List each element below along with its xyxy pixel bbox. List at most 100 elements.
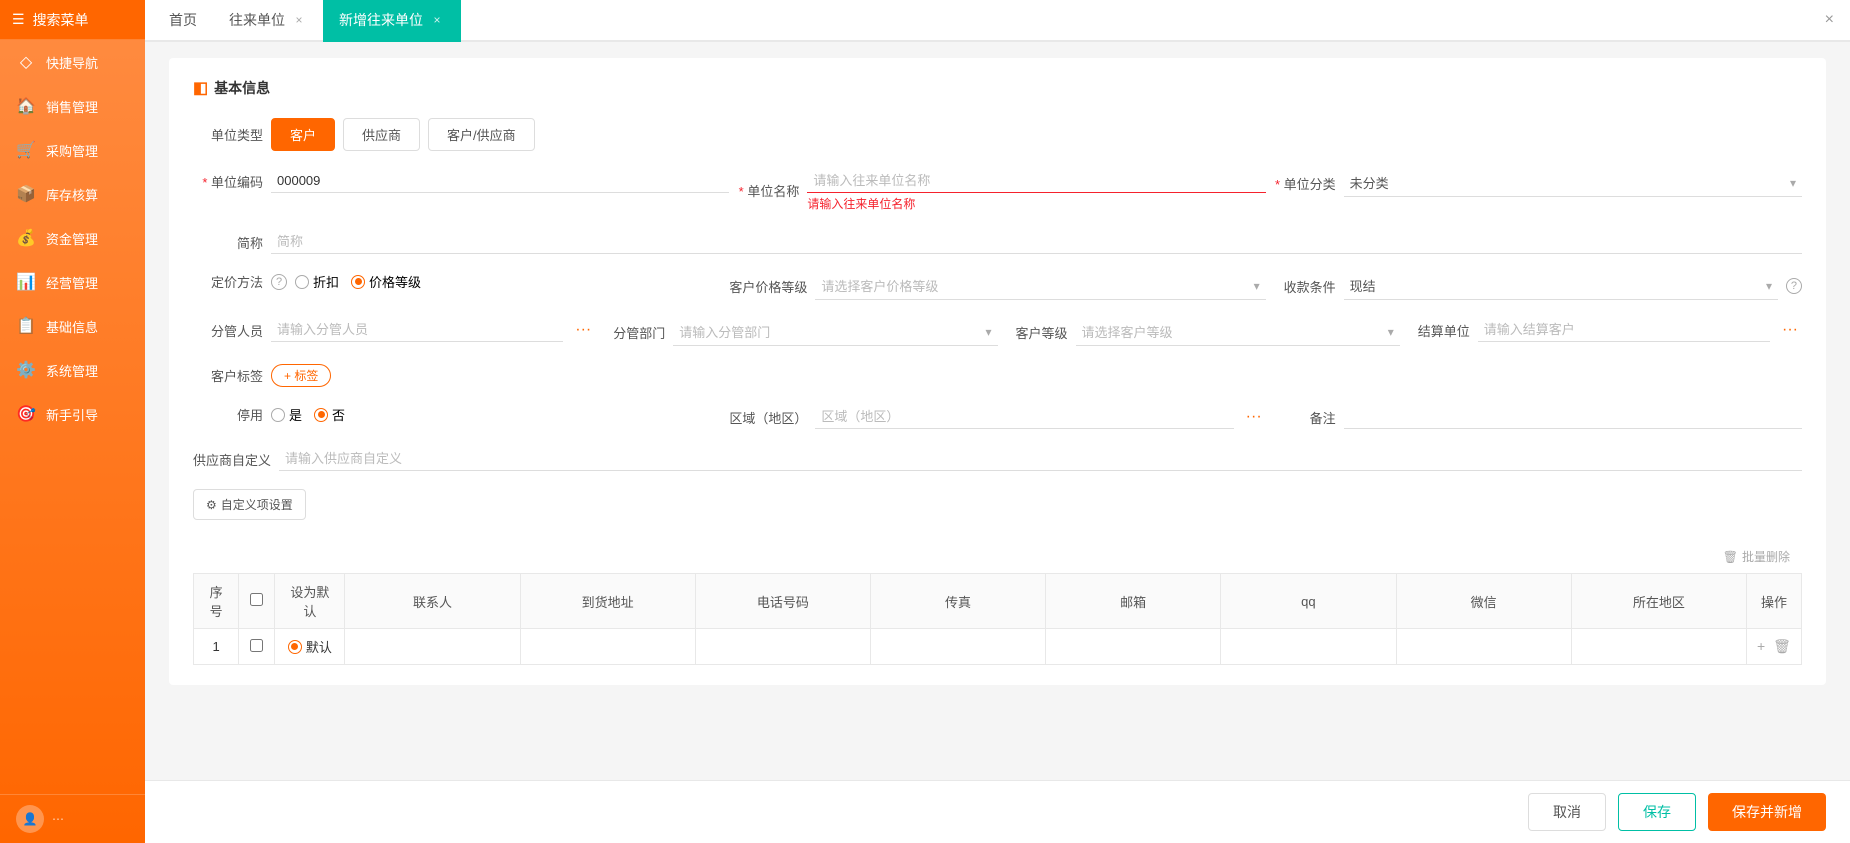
form-section: ◧ 基本信息 单位类型 客户 供应商 客户/供应商 单位编码 bbox=[169, 58, 1826, 685]
settlement-input[interactable] bbox=[1478, 318, 1770, 342]
customer-level-select[interactable]: 请选择客户等级 ▾ bbox=[1076, 318, 1400, 346]
pricing-discount-radio[interactable] bbox=[295, 275, 309, 289]
global-close-button[interactable]: × bbox=[1817, 11, 1842, 29]
customer-price-placeholder: 请选择客户价格等级 bbox=[821, 276, 1249, 295]
manager-dots[interactable]: ··· bbox=[571, 321, 595, 339]
customer-price-select[interactable]: 请选择客户价格等级 ▾ bbox=[815, 272, 1265, 300]
manager-input[interactable] bbox=[271, 318, 563, 342]
pricing-discount-option[interactable]: 折扣 bbox=[295, 272, 339, 291]
customer-price-arrow: ▾ bbox=[1254, 279, 1260, 293]
col-contact: 联系人 bbox=[345, 574, 520, 629]
save-new-button[interactable]: 保存并新增 bbox=[1708, 793, 1826, 831]
cell-region[interactable] bbox=[1571, 629, 1746, 665]
settlement-field: 结算单位 ··· bbox=[1400, 318, 1802, 342]
address-input[interactable] bbox=[531, 639, 685, 654]
customer-level-field: 客户等级 请选择客户等级 ▾ bbox=[998, 318, 1400, 346]
save-button[interactable]: 保存 bbox=[1618, 793, 1696, 831]
disabled-no-option[interactable]: 否 bbox=[314, 405, 345, 424]
sidebar-item-nav[interactable]: ◇ 快捷导航 bbox=[0, 40, 145, 84]
sidebar-item-inventory[interactable]: 📦 库存核算 bbox=[0, 172, 145, 216]
disabled-yes-option[interactable]: 是 bbox=[271, 405, 302, 424]
disabled-no-radio[interactable] bbox=[314, 408, 328, 422]
type-btn-customer[interactable]: 客户 bbox=[271, 118, 335, 151]
customer-price-label: 客户价格等级 bbox=[729, 277, 807, 296]
payment-terms-help[interactable]: ? bbox=[1786, 278, 1802, 294]
region-table-input[interactable] bbox=[1582, 639, 1736, 654]
row-delete-button[interactable]: 🗑 bbox=[1773, 638, 1791, 655]
qq-input[interactable] bbox=[1231, 639, 1385, 654]
tab-partner[interactable]: 往来单位 × bbox=[213, 0, 323, 42]
pricing-row: 定价方法 ? 折扣 价格等级 客户价格等级 bbox=[193, 272, 1802, 300]
disabled-yes-radio[interactable] bbox=[271, 408, 285, 422]
col-checkbox[interactable] bbox=[239, 574, 275, 629]
sidebar-item-purchase[interactable]: 🛒 采购管理 bbox=[0, 128, 145, 172]
sidebar-item-base[interactable]: 📋 基础信息 bbox=[0, 304, 145, 348]
email-input[interactable] bbox=[1056, 639, 1210, 654]
region-input[interactable] bbox=[815, 405, 1233, 429]
cell-fax[interactable] bbox=[870, 629, 1045, 665]
type-btn-supplier[interactable]: 供应商 bbox=[343, 118, 420, 151]
tab-home[interactable]: 首页 bbox=[153, 0, 213, 42]
cell-address[interactable] bbox=[520, 629, 695, 665]
unit-category-label: 单位分类 bbox=[1266, 174, 1336, 193]
default-radio[interactable] bbox=[288, 640, 302, 654]
short-name-input[interactable] bbox=[271, 230, 1802, 254]
default-radio-option[interactable]: 默认 bbox=[285, 637, 334, 656]
cell-qq[interactable] bbox=[1221, 629, 1396, 665]
settlement-dots[interactable]: ··· bbox=[1778, 321, 1802, 339]
unit-code-input[interactable] bbox=[271, 169, 729, 193]
region-dots[interactable]: ··· bbox=[1242, 408, 1266, 426]
row-add-button[interactable]: + bbox=[1757, 638, 1765, 655]
tab-partner-close[interactable]: × bbox=[291, 12, 307, 28]
sidebar-item-system[interactable]: ⚙️ 系统管理 bbox=[0, 348, 145, 392]
sidebar-search[interactable]: ☰ 搜索菜单 bbox=[0, 0, 145, 40]
tab-new-partner-close[interactable]: × bbox=[429, 12, 445, 28]
remark-input[interactable] bbox=[1344, 405, 1802, 429]
tab-new-partner[interactable]: 新增往来单位 × bbox=[323, 0, 461, 42]
unit-type-label: 单位类型 bbox=[193, 125, 263, 144]
supplier-custom-input[interactable] bbox=[279, 447, 1802, 471]
default-label: 默认 bbox=[306, 637, 332, 656]
custom-settings-button[interactable]: ⚙ 自定义项设置 bbox=[193, 489, 306, 520]
pricing-help-icon[interactable]: ? bbox=[271, 274, 287, 290]
type-btn-group: 客户 供应商 客户/供应商 bbox=[271, 118, 535, 151]
payment-terms-select[interactable]: 现结 ▾ bbox=[1344, 272, 1778, 300]
cell-contact[interactable] bbox=[345, 629, 520, 665]
add-tag-button[interactable]: + 标签 bbox=[271, 364, 331, 387]
contact-input[interactable] bbox=[355, 639, 509, 654]
region-label: 区域（地区） bbox=[729, 408, 807, 427]
cell-email[interactable] bbox=[1046, 629, 1221, 665]
pricing-level-option[interactable]: 价格等级 bbox=[351, 272, 421, 291]
customer-price-field: 客户价格等级 请选择客户价格等级 ▾ bbox=[729, 272, 1265, 300]
cell-wechat[interactable] bbox=[1396, 629, 1571, 665]
department-select[interactable]: 请输入分管部门 ▾ bbox=[673, 318, 997, 346]
row-checkbox[interactable] bbox=[250, 639, 263, 652]
pricing-discount-label: 折扣 bbox=[313, 272, 339, 291]
select-all-checkbox[interactable] bbox=[250, 593, 263, 606]
type-btn-both[interactable]: 客户/供应商 bbox=[428, 118, 535, 151]
sidebar-item-finance[interactable]: 💰 资金管理 bbox=[0, 216, 145, 260]
col-address: 到货地址 bbox=[520, 574, 695, 629]
fax-input[interactable] bbox=[881, 639, 1035, 654]
pricing-method-field: 定价方法 ? 折扣 价格等级 bbox=[193, 272, 729, 291]
unit-category-select[interactable]: 未分类 ▾ bbox=[1344, 169, 1802, 197]
batch-delete-button[interactable]: 🗑 批量删除 bbox=[1723, 548, 1790, 565]
cancel-button[interactable]: 取消 bbox=[1528, 793, 1606, 831]
sidebar-item-guide[interactable]: 🎯 新手引导 bbox=[0, 392, 145, 436]
col-action: 操作 bbox=[1746, 574, 1801, 629]
main-content: 首页 往来单位 × 新增往来单位 × × ◧ 基本信息 单位类型 bbox=[145, 0, 1850, 843]
unit-name-input[interactable] bbox=[807, 169, 1265, 193]
cell-checkbox[interactable] bbox=[239, 629, 275, 665]
tags-label: 客户标签 bbox=[193, 366, 263, 385]
manager-field: 分管人员 ··· bbox=[193, 318, 595, 342]
sidebar-inventory-label: 库存核算 bbox=[46, 185, 98, 204]
sidebar-item-operations[interactable]: 📊 经营管理 bbox=[0, 260, 145, 304]
cell-phone[interactable] bbox=[695, 629, 870, 665]
sidebar-item-sales[interactable]: 🏠 销售管理 bbox=[0, 84, 145, 128]
pricing-level-radio[interactable] bbox=[351, 275, 365, 289]
phone-input[interactable] bbox=[706, 639, 860, 654]
short-name-label: 简称 bbox=[193, 233, 263, 252]
wechat-input[interactable] bbox=[1407, 639, 1561, 654]
supplier-custom-label: 供应商自定义 bbox=[193, 450, 271, 469]
cell-seq: 1 bbox=[194, 629, 239, 665]
